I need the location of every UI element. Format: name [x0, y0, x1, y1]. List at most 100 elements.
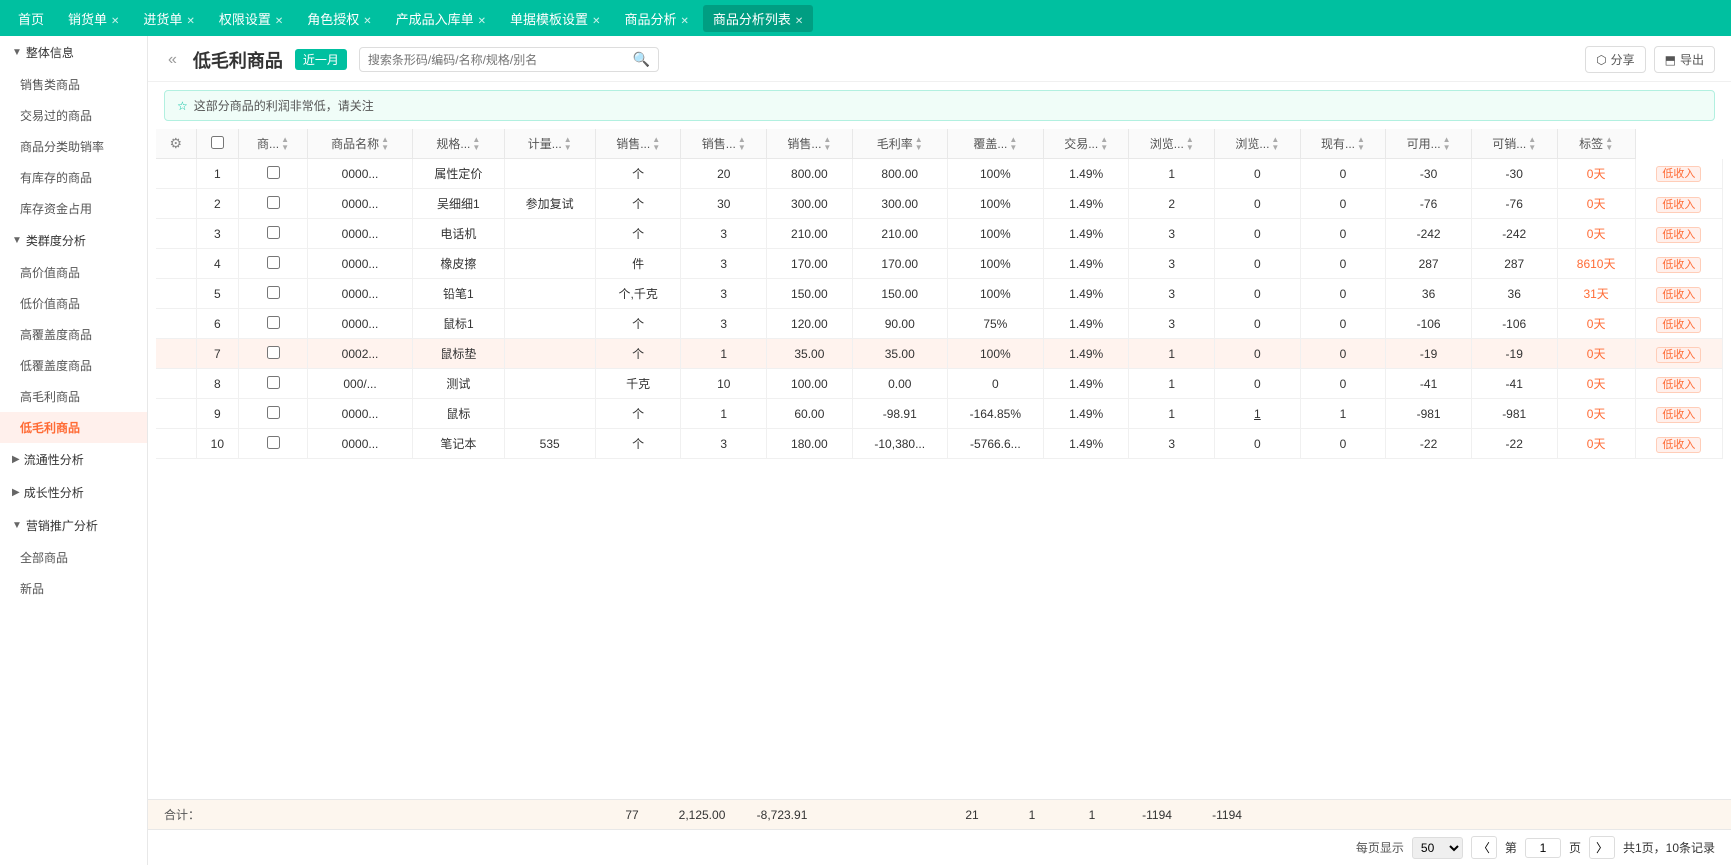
row-coverage: 1.49% [1043, 309, 1129, 339]
col-current-stock[interactable]: 现有...▲▼ [1300, 129, 1386, 159]
row-view2: 0 [1300, 279, 1386, 309]
page-size-select[interactable]: 50 100 200 [1412, 837, 1463, 859]
nav-product-analysis-list-close[interactable]: ✕ [795, 16, 803, 27]
sidebar-item-in-stock[interactable]: 有库存的商品 [0, 162, 147, 193]
sidebar-item-low-value[interactable]: 低价值商品 [0, 288, 147, 319]
col-gross-margin[interactable]: 毛利率▲▼ [852, 129, 947, 159]
row-name: 笔记本 [413, 429, 504, 459]
row-checkbox-input[interactable] [267, 316, 280, 329]
nav-home[interactable]: 首页 [8, 5, 54, 32]
row-checkbox[interactable] [239, 279, 308, 309]
col-sale-qty[interactable]: 销售...▲▼ [595, 129, 681, 159]
row-checkbox-input[interactable] [267, 406, 280, 419]
sidebar-group-growth[interactable]: ▶ 成长性分析 [0, 476, 147, 509]
search-input[interactable] [368, 53, 629, 67]
row-checkbox-input[interactable] [267, 346, 280, 359]
nav-product-analysis-close[interactable]: ✕ [680, 16, 688, 27]
nav-permissions[interactable]: 权限设置✕ [209, 5, 293, 32]
sidebar-item-low-coverage[interactable]: 低覆盖度商品 [0, 350, 147, 381]
row-checkbox[interactable] [239, 189, 308, 219]
sidebar-item-high-value[interactable]: 高价值商品 [0, 257, 147, 288]
row-view1: 0 [1215, 309, 1301, 339]
next-page-btn[interactable]: 〉 [1589, 836, 1615, 859]
sidebar-group-overall[interactable]: ▼ 整体信息 [0, 36, 147, 69]
sidebar-item-sales-products[interactable]: 销售类商品 [0, 69, 147, 100]
row-checkbox[interactable] [239, 159, 308, 189]
sidebar-item-traded-products[interactable]: 交易过的商品 [0, 100, 147, 131]
nav-product-analysis[interactable]: 商品分析✕ [614, 5, 698, 32]
col-checkbox[interactable] [196, 129, 239, 159]
sidebar-item-high-coverage[interactable]: 高覆盖度商品 [0, 319, 147, 350]
nav-sales-close[interactable]: ✕ [111, 16, 119, 27]
col-settings[interactable]: ⚙ [156, 129, 196, 159]
col-sale-amount[interactable]: 销售...▲▼ [767, 129, 853, 159]
col-trade[interactable]: 交易...▲▼ [1043, 129, 1129, 159]
row-checkbox-input[interactable] [267, 226, 280, 239]
nav-products-in[interactable]: 产成品入库单✕ [386, 5, 496, 32]
prev-page-btn[interactable]: 〈 [1471, 836, 1497, 859]
nav-product-analysis-list[interactable]: 商品分析列表✕ [703, 5, 813, 32]
share-button[interactable]: ⬡ 分享 [1585, 46, 1646, 73]
sidebar-group-liquidity[interactable]: ▶ 流通性分析 [0, 443, 147, 476]
col-saleable[interactable]: 可销...▲▼ [1471, 129, 1557, 159]
col-spec[interactable]: 规格...▲▼ [413, 129, 504, 159]
search-icon[interactable]: 🔍 [632, 51, 649, 68]
export-button[interactable]: ⬒ 导出 [1654, 46, 1715, 73]
row-checkbox-input[interactable] [267, 166, 280, 179]
row-sale-qty: 20 [681, 159, 767, 189]
row-view1-value: 0 [1254, 257, 1261, 271]
page-suffix: 页 [1569, 839, 1581, 856]
nav-roles-close[interactable]: ✕ [363, 16, 371, 27]
col-view2[interactable]: 浏览...▲▼ [1215, 129, 1301, 159]
row-view1: 0 [1215, 429, 1301, 459]
sidebar: ▼ 整体信息 销售类商品 交易过的商品 商品分类助销率 有库存的商品 库存资金占… [0, 36, 148, 865]
sidebar-item-new-products[interactable]: 新品 [0, 573, 147, 604]
nav-sales[interactable]: 销货单✕ [58, 5, 129, 32]
nav-purchase[interactable]: 进货单✕ [133, 5, 204, 32]
sidebar-group-cluster[interactable]: ▼ 类群度分析 [0, 224, 147, 257]
row-checkbox-input[interactable] [267, 436, 280, 449]
col-tag[interactable]: 标签▲▼ [1557, 129, 1635, 159]
nav-permissions-close[interactable]: ✕ [275, 16, 283, 27]
row-trade: 3 [1129, 309, 1215, 339]
row-sale-amount: 0.00 [852, 369, 947, 399]
col-code[interactable]: 商...▲▼ [239, 129, 308, 159]
col-view1[interactable]: 浏览...▲▼ [1129, 129, 1215, 159]
col-coverage[interactable]: 覆盖...▲▼ [947, 129, 1043, 159]
table-footer: 合计： 77 2,125.00 -8,723.91 21 1 1 -1194 -… [148, 799, 1731, 829]
nav-template[interactable]: 单据模板设置✕ [500, 5, 610, 32]
row-checkbox[interactable] [239, 339, 308, 369]
page-number-input[interactable] [1525, 838, 1561, 858]
sidebar-item-all-products[interactable]: 全部商品 [0, 542, 147, 573]
row-checkbox[interactable] [239, 429, 308, 459]
col-name[interactable]: 商品名称▲▼ [307, 129, 412, 159]
period-tag[interactable]: 近一月 [295, 49, 347, 70]
row-checkbox[interactable] [239, 249, 308, 279]
col-available[interactable]: 可用...▲▼ [1386, 129, 1472, 159]
sidebar-item-category-rate[interactable]: 商品分类助销率 [0, 131, 147, 162]
row-checkbox-input[interactable] [267, 376, 280, 389]
sidebar-item-low-margin[interactable]: 低毛利商品 [0, 412, 147, 443]
row-checkbox-input[interactable] [267, 286, 280, 299]
row-view1[interactable]: 1 [1215, 399, 1301, 429]
sidebar-item-stock-capital[interactable]: 库存资金占用 [0, 193, 147, 224]
nav-template-close[interactable]: ✕ [592, 16, 600, 27]
sidebar-item-high-margin[interactable]: 高毛利商品 [0, 381, 147, 412]
row-checkbox[interactable] [239, 219, 308, 249]
row-checkbox[interactable] [239, 309, 308, 339]
select-all-checkbox[interactable] [211, 136, 224, 149]
col-sale-price[interactable]: 销售...▲▼ [681, 129, 767, 159]
row-checkbox-input[interactable] [267, 196, 280, 209]
row-view1: 0 [1215, 159, 1301, 189]
nav-purchase-close[interactable]: ✕ [186, 16, 194, 27]
col-unit[interactable]: 计量...▲▼ [504, 129, 595, 159]
row-checkbox-input[interactable] [267, 256, 280, 269]
sidebar-collapse-btn[interactable]: « [164, 51, 181, 69]
row-view1-value[interactable]: 1 [1254, 407, 1261, 421]
nav-roles[interactable]: 角色授权✕ [297, 5, 381, 32]
row-checkbox[interactable] [239, 369, 308, 399]
row-checkbox[interactable] [239, 399, 308, 429]
row-available: -242 [1471, 219, 1557, 249]
sidebar-group-marketing[interactable]: ▼ 营销推广分析 [0, 509, 147, 542]
nav-products-in-close[interactable]: ✕ [478, 16, 486, 27]
